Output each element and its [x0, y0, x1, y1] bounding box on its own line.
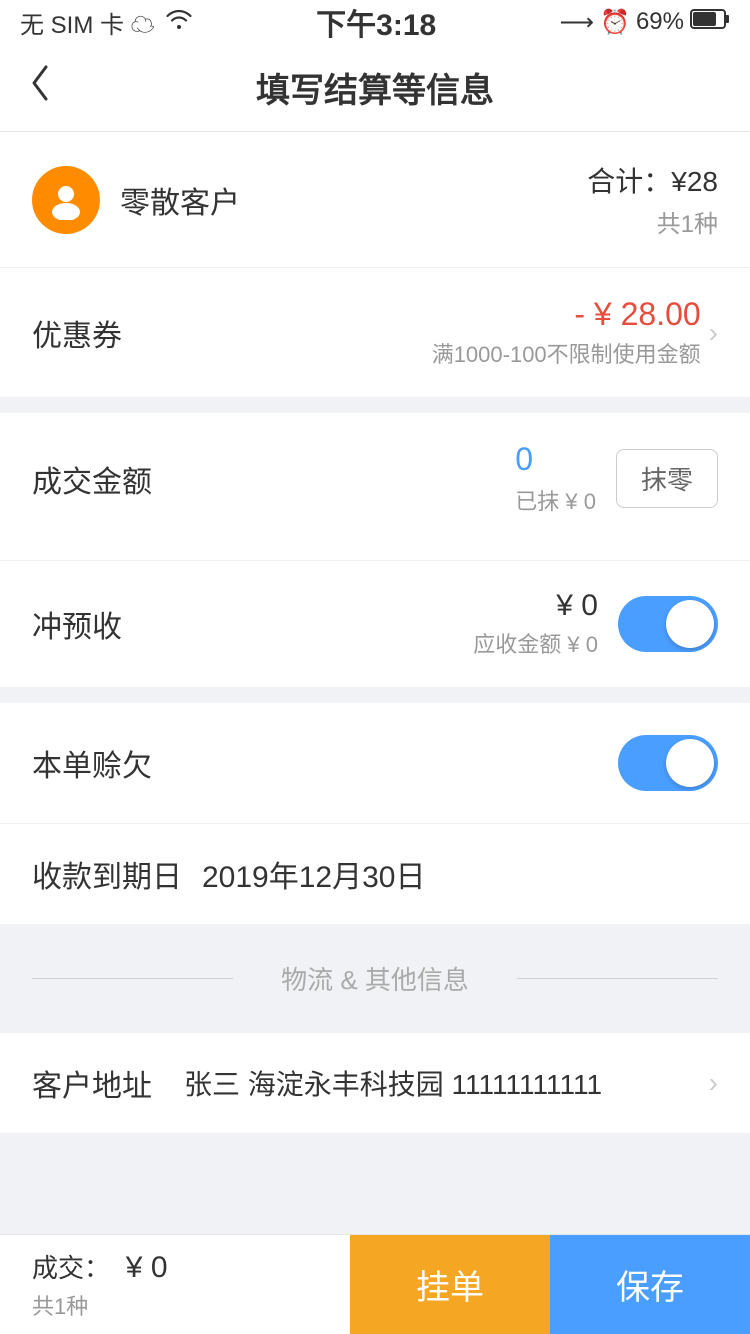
status-time: 下午3:18: [316, 0, 436, 44]
precollect-info: ¥ 0 应收金额 ¥ 0: [473, 589, 598, 659]
deal-value: 0: [515, 441, 596, 478]
deal-sub: 已抹 ¥ 0: [515, 484, 596, 516]
address-row[interactable]: 客户地址 张三 海淀永丰科技园 11111111111 ›: [0, 1033, 750, 1133]
battery-icon: [690, 8, 730, 37]
customer-row: 零散客户 合计：¥28 共1种: [0, 132, 750, 267]
no-sim-label: 无 SIM 卡 ☁: [20, 5, 155, 40]
debt-toggle[interactable]: [618, 735, 718, 791]
coupon-chevron-icon: ›: [709, 317, 718, 349]
address-value: 张三 海淀永丰科技园 11111111111: [184, 1063, 709, 1103]
location-icon: ⟶: [560, 8, 594, 37]
due-date-row: 收款到期日 2019年12月30日: [0, 823, 750, 924]
bottom-deal-label: 成交：: [32, 1253, 110, 1283]
battery-label: 69%: [636, 8, 684, 36]
back-button[interactable]: [28, 63, 52, 112]
deal-right: 0 已抹 ¥ 0 抹零: [515, 441, 718, 516]
customer-name: 零散客户: [120, 178, 240, 222]
deal-inner: 成交金额 0 已抹 ¥ 0 抹零: [0, 413, 750, 544]
coupon-right: - ¥ 28.00 满1000-100不限制使用金额 ›: [432, 296, 718, 369]
due-date-value: 2019年12月30日: [202, 852, 425, 896]
total-count: 共1种: [587, 204, 718, 239]
status-left: 无 SIM 卡 ☁: [20, 5, 193, 40]
deal-label: 成交金额: [32, 457, 152, 501]
bottom-count: 共1种: [32, 1289, 318, 1321]
customer-right: 合计：¥28 共1种: [587, 160, 718, 239]
status-right: ⟶ ⏰ 69%: [560, 8, 730, 37]
bottom-info: 成交： ¥ 0 共1种: [0, 1248, 350, 1321]
address-label: 客户地址: [32, 1061, 152, 1105]
avatar: [32, 166, 100, 234]
wifi-icon: [165, 8, 193, 36]
debt-label: 本单赊欠: [32, 741, 152, 785]
precollect-amount: ¥ 0: [473, 589, 598, 623]
customer-section: 零散客户 合计：¥28 共1种 优惠券 - ¥ 28.00 满1000-100不…: [0, 132, 750, 397]
customer-left: 零散客户: [32, 166, 240, 234]
hang-button[interactable]: 挂单: [350, 1235, 550, 1334]
toggle-knob: [666, 600, 714, 648]
precollect-row: 冲预收 ¥ 0 应收金额 ¥ 0: [0, 560, 750, 687]
alarm-icon: ⏰: [600, 8, 630, 37]
status-bar: 无 SIM 卡 ☁ 下午3:18 ⟶ ⏰ 69%: [0, 0, 750, 44]
total-amount: 合计：¥28: [587, 160, 718, 200]
precollect-label: 冲预收: [32, 602, 122, 646]
deal-section: 成交金额 0 已抹 ¥ 0 抹零 冲预收 ¥ 0 应收金额 ¥ 0: [0, 413, 750, 687]
deal-amount-row: 成交金额 0 已抹 ¥ 0 抹零: [32, 413, 718, 544]
deal-value-group: 0 已抹 ¥ 0: [515, 441, 596, 516]
round-button[interactable]: 抹零: [616, 449, 718, 508]
logistics-header-text: 物流 & 其他信息: [265, 960, 485, 997]
address-section: 客户地址 张三 海淀永丰科技园 11111111111 ›: [0, 1033, 750, 1133]
coupon-desc: 满1000-100不限制使用金额: [432, 337, 701, 369]
bottom-deal-amount: ¥ 0: [126, 1251, 168, 1284]
logistics-divider: 物流 & 其他信息: [0, 940, 750, 1017]
coupon-row[interactable]: 优惠券 - ¥ 28.00 满1000-100不限制使用金额 ›: [0, 267, 750, 397]
divider-left: [32, 978, 233, 979]
precollect-toggle[interactable]: [618, 596, 718, 652]
page-title: 填写结算等信息: [256, 63, 494, 112]
debt-row: 本单赊欠: [0, 703, 750, 823]
address-chevron-icon: ›: [709, 1067, 718, 1099]
debt-toggle-knob: [666, 739, 714, 787]
divider-right: [517, 978, 718, 979]
due-date-label: 收款到期日: [32, 852, 182, 896]
coupon-amount: - ¥ 28.00: [432, 296, 701, 333]
nav-bar: 填写结算等信息: [0, 44, 750, 132]
debt-section: 本单赊欠 收款到期日 2019年12月30日: [0, 703, 750, 924]
bottom-deal-row: 成交： ¥ 0: [32, 1248, 318, 1285]
bottom-bar: 成交： ¥ 0 共1种 挂单 保存: [0, 1234, 750, 1334]
precollect-right: ¥ 0 应收金额 ¥ 0: [473, 589, 718, 659]
coupon-info: - ¥ 28.00 满1000-100不限制使用金额: [432, 296, 701, 369]
precollect-sub: 应收金额 ¥ 0: [473, 627, 598, 659]
coupon-label: 优惠券: [32, 311, 122, 355]
save-button[interactable]: 保存: [550, 1235, 750, 1334]
